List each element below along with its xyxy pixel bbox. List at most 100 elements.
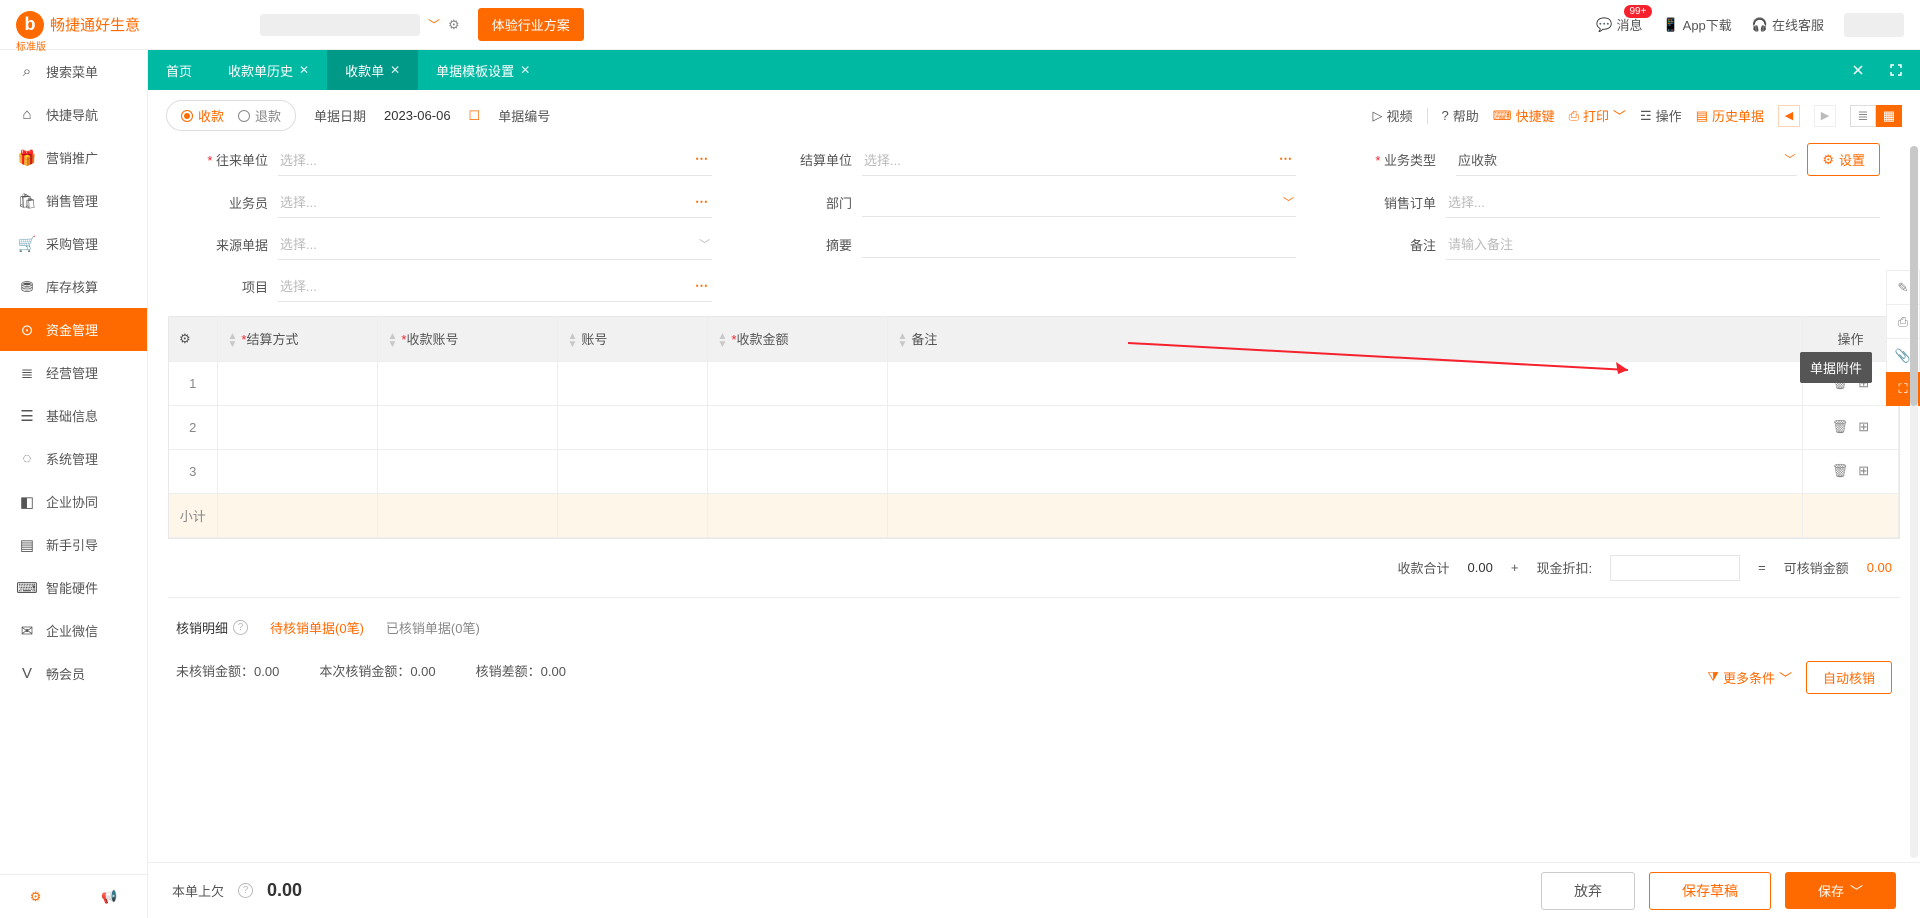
radio-refund[interactable]: 退款 bbox=[238, 106, 281, 125]
date-value[interactable]: 2023-06-06 bbox=[384, 108, 451, 123]
gear-icon[interactable]: ⚙ bbox=[448, 17, 460, 33]
source-select[interactable]: 选择...﹀ bbox=[278, 228, 712, 260]
messages-link[interactable]: 💬 消息 99+ bbox=[1596, 15, 1642, 34]
save-button[interactable]: 保存﹀ bbox=[1785, 872, 1896, 909]
remark-input[interactable]: 请输入备注 bbox=[1446, 228, 1880, 260]
col-acct-no[interactable]: ▲▼账号 bbox=[557, 317, 707, 361]
sidebar-item[interactable]: V畅会员 bbox=[0, 652, 147, 695]
help-button[interactable]: ?帮助 bbox=[1442, 106, 1479, 125]
form-grid: 往来单位选择...⋯ 结算单位选择...⋯ 业务类型应收款﹀⚙设置 业务员选择.… bbox=[148, 137, 1920, 316]
prev-doc-button[interactable]: ◀ bbox=[1778, 105, 1800, 127]
summary-input[interactable] bbox=[862, 230, 1296, 258]
unmatched-amount: 未核销金额：0.00 bbox=[176, 661, 279, 694]
delete-icon[interactable]: 🗑 bbox=[1832, 463, 1849, 479]
org-selector[interactable]: ﹀ ⚙ bbox=[260, 14, 460, 36]
sidebar-item[interactable]: ≣经营管理 bbox=[0, 351, 147, 394]
user-avatar[interactable] bbox=[1844, 13, 1904, 37]
sidebar-item[interactable]: ⌨智能硬件 bbox=[0, 566, 147, 609]
chevron-down-icon: ﹀ bbox=[428, 16, 440, 33]
sidebar-item[interactable]: ☰基础信息 bbox=[0, 394, 147, 437]
sidebar-item[interactable]: ⌂快捷导航 bbox=[0, 93, 147, 136]
radio-receipt[interactable]: 收款 bbox=[181, 106, 224, 125]
verif-tab-done[interactable]: 已核销单据(0笔) bbox=[386, 618, 480, 637]
sidebar-icon: ◧ bbox=[18, 493, 36, 511]
tab-bar: 首页收款单历史✕收款单✕单据模板设置✕ bbox=[148, 50, 1920, 90]
table-settings-button[interactable]: ⚙ bbox=[169, 317, 217, 361]
delete-icon[interactable]: 🗑 bbox=[1832, 419, 1849, 435]
close-icon[interactable]: ✕ bbox=[390, 63, 400, 77]
discount-input[interactable] bbox=[1610, 555, 1740, 581]
col-account[interactable]: ▲▼*收款账号 bbox=[377, 317, 557, 361]
more-conditions-button[interactable]: ⧩更多条件﹀ bbox=[1707, 668, 1792, 687]
vertical-scrollbar[interactable] bbox=[1910, 146, 1918, 858]
biz-type-select[interactable]: 应收款﹀ bbox=[1456, 144, 1797, 176]
subtotal-row: 小计 bbox=[169, 493, 1899, 537]
settings-button[interactable]: ⚙设置 bbox=[1807, 143, 1880, 176]
sidebar-item[interactable]: ⊙资金管理 bbox=[0, 308, 147, 351]
project-input[interactable]: 选择...⋯ bbox=[278, 270, 712, 302]
save-draft-button[interactable]: 保存草稿 bbox=[1649, 872, 1771, 910]
receipt-type-radio[interactable]: 收款 退款 bbox=[166, 100, 296, 131]
next-doc-button[interactable]: ▶ bbox=[1814, 105, 1836, 127]
settle-unit-input[interactable]: 选择...⋯ bbox=[862, 144, 1296, 176]
video-help-button[interactable]: ▷视频 bbox=[1373, 106, 1413, 125]
filter-icon: ⧩ bbox=[1707, 669, 1719, 685]
sidebar-item[interactable]: ◧企业协同 bbox=[0, 480, 147, 523]
sidebar-label: 企业微信 bbox=[46, 621, 98, 640]
verification-section: 核销明细? 待核销单据(0笔) 已核销单据(0笔) 未核销金额：0.00 本次核… bbox=[168, 597, 1900, 694]
abandon-button[interactable]: 放弃 bbox=[1541, 872, 1635, 910]
tab[interactable]: 收款单历史✕ bbox=[210, 50, 327, 90]
tab[interactable]: 首页 bbox=[148, 50, 210, 90]
sidebar-item[interactable]: 🛍销售管理 bbox=[0, 179, 147, 222]
auto-verify-button[interactable]: 自动核销 bbox=[1806, 661, 1892, 694]
close-icon[interactable]: ✕ bbox=[520, 63, 530, 77]
table-row[interactable]: 1🗑⊞ bbox=[169, 361, 1899, 405]
sidebar-item[interactable]: ⌕搜索菜单 bbox=[0, 50, 147, 93]
customer-service-link[interactable]: 🎧 在线客服 bbox=[1752, 15, 1824, 34]
add-row-icon[interactable]: ⊞ bbox=[1858, 419, 1869, 435]
help-icon[interactable]: ? bbox=[238, 883, 253, 898]
net-amount: 0.00 bbox=[1867, 560, 1892, 575]
tab[interactable]: 收款单✕ bbox=[327, 50, 418, 90]
tab-close-all-button[interactable] bbox=[1844, 56, 1872, 84]
try-industry-button[interactable]: 体验行业方案 bbox=[478, 8, 584, 41]
keyboard-icon: ⌨ bbox=[1493, 108, 1512, 124]
col-settle[interactable]: ▲▼*结算方式 bbox=[217, 317, 377, 361]
table-row[interactable]: 2🗑⊞ bbox=[169, 405, 1899, 449]
sidebar-item[interactable]: ✉企业微信 bbox=[0, 609, 147, 652]
calendar-icon[interactable]: ☐ bbox=[469, 108, 481, 124]
brand-logo: b 畅捷通好生意 bbox=[16, 11, 140, 39]
tab[interactable]: 单据模板设置✕ bbox=[418, 50, 548, 90]
customer-input[interactable]: 选择...⋯ bbox=[278, 144, 712, 176]
col-amount[interactable]: ▲▼*收款金额 bbox=[707, 317, 887, 361]
sidebar-item[interactable]: ◌系统管理 bbox=[0, 437, 147, 480]
col-remark[interactable]: ▲▼备注 bbox=[887, 317, 1803, 361]
diff-amount: 核销差额：0.00 bbox=[476, 661, 566, 694]
print-button[interactable]: ⎙打印﹀ bbox=[1569, 106, 1626, 125]
sales-order-input[interactable]: 选择... bbox=[1446, 186, 1880, 218]
view-form-button[interactable]: ▦ bbox=[1876, 105, 1902, 127]
sidebar-label: 营销推广 bbox=[46, 148, 98, 167]
dept-select[interactable]: ﹀ bbox=[862, 188, 1296, 217]
sidebar-item[interactable]: ⛃库存核算 bbox=[0, 265, 147, 308]
table-row[interactable]: 3🗑⊞ bbox=[169, 449, 1899, 493]
source-label: 来源单据 bbox=[188, 235, 278, 254]
sidebar-item[interactable]: ▤新手引导 bbox=[0, 523, 147, 566]
owe-value: 0.00 bbox=[267, 880, 302, 901]
sidebar-label: 经营管理 bbox=[46, 363, 98, 382]
verif-tab-pending[interactable]: 待核销单据(0笔) bbox=[270, 618, 364, 637]
add-row-icon[interactable]: ⊞ bbox=[1858, 463, 1869, 479]
close-icon[interactable]: ✕ bbox=[299, 63, 309, 77]
collapse-icon[interactable]: 📢 bbox=[101, 889, 117, 905]
settings-icon[interactable]: ⚙ bbox=[30, 889, 42, 905]
sidebar-item[interactable]: 🛒采购管理 bbox=[0, 222, 147, 265]
sidebar-item[interactable]: 🎁营销推广 bbox=[0, 136, 147, 179]
shortcut-button[interactable]: ⌨快捷键 bbox=[1493, 106, 1555, 125]
view-list-button[interactable]: ≣ bbox=[1850, 105, 1876, 127]
operate-button[interactable]: ☲操作 bbox=[1640, 106, 1682, 125]
tab-fullscreen-button[interactable] bbox=[1882, 56, 1910, 84]
salesman-input[interactable]: 选择...⋯ bbox=[278, 186, 712, 218]
help-icon[interactable]: ? bbox=[233, 620, 248, 635]
app-download-link[interactable]: 📱 App下载 bbox=[1662, 15, 1731, 34]
history-button[interactable]: ▤历史单据 bbox=[1696, 106, 1764, 125]
